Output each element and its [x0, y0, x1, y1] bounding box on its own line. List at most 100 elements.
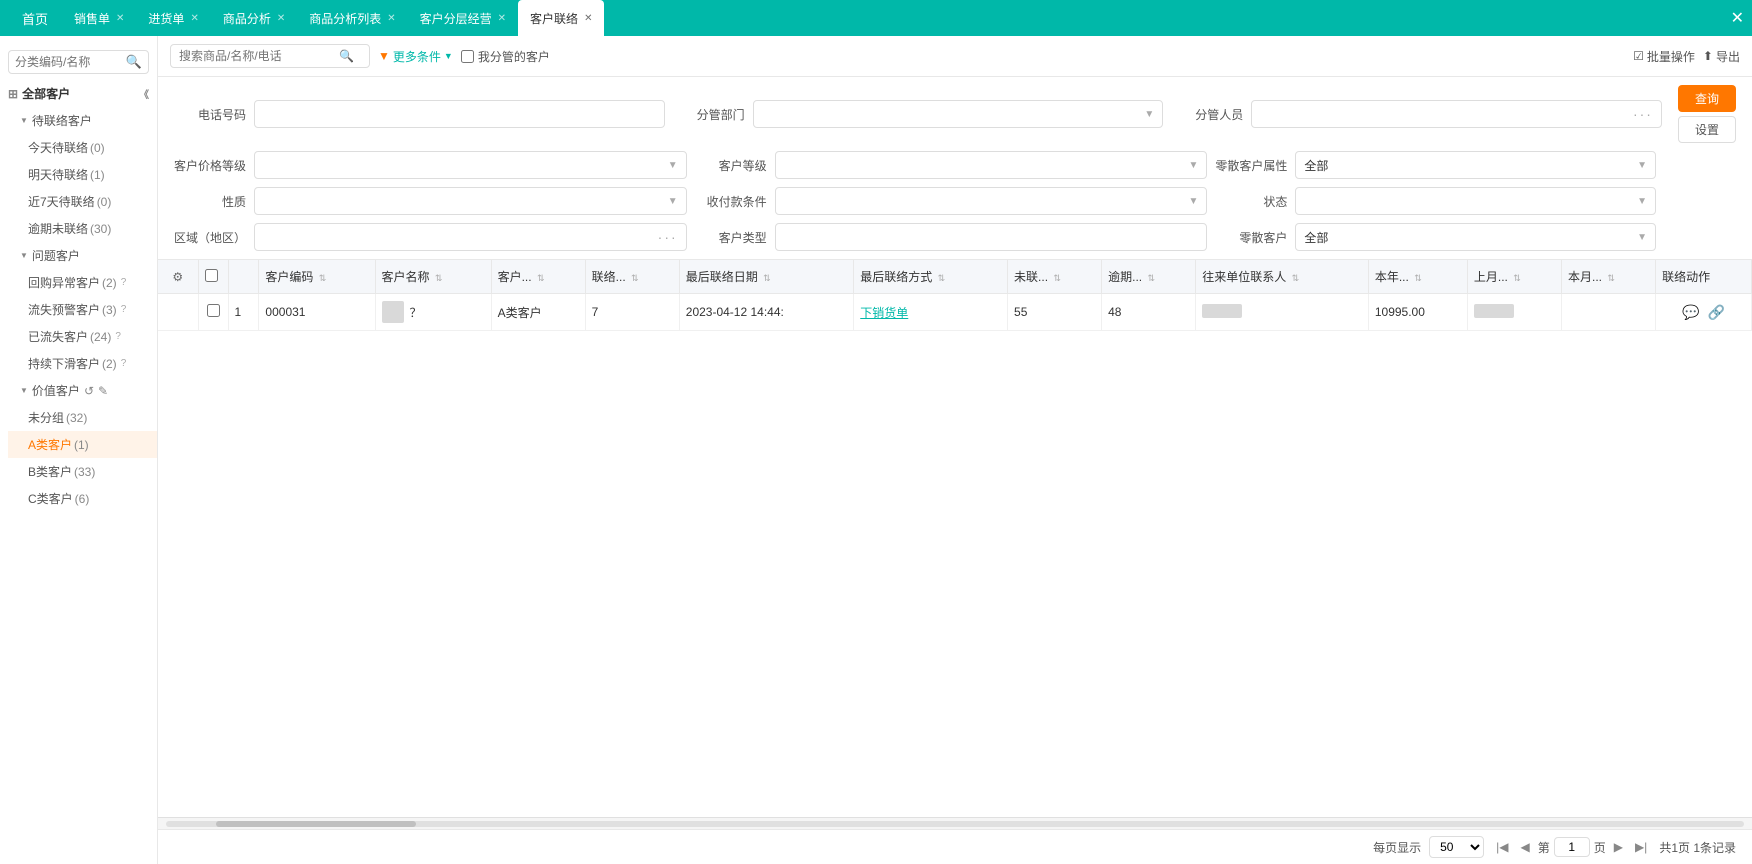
th-this-year[interactable]: 本年... ⇅: [1368, 260, 1467, 294]
nav-sales[interactable]: 销售单 ✕: [62, 0, 136, 36]
sidebar-search-box[interactable]: 🔍: [8, 50, 149, 74]
sort-icon12[interactable]: ⇅: [1607, 273, 1615, 283]
person-input[interactable]: ···: [1251, 100, 1662, 128]
th-last-date[interactable]: 最后联络日期 ⇅: [679, 260, 853, 294]
first-page-button[interactable]: |◀: [1492, 838, 1512, 856]
all-customers-header[interactable]: ⊞ 全部客户 《: [0, 80, 157, 107]
my-customers-checkbox[interactable]: [461, 50, 474, 63]
sidebar-item-a-class[interactable]: A类客户 (1): [8, 431, 157, 458]
filter-search-input[interactable]: [179, 49, 339, 63]
close-all-tabs[interactable]: ✕: [1731, 8, 1744, 28]
close-customer-contact-tab[interactable]: ✕: [584, 13, 592, 24]
customer-level-select[interactable]: ▼: [775, 151, 1208, 179]
th-overdue[interactable]: 逾期... ⇅: [1102, 260, 1196, 294]
sort-icon[interactable]: ⇅: [319, 273, 327, 283]
filter-search-box[interactable]: 🔍: [170, 44, 370, 68]
sort-icon7[interactable]: ⇅: [1053, 273, 1061, 283]
nav-customer-contact[interactable]: 客户联络 ✕: [518, 0, 604, 36]
filter-search-icon[interactable]: 🔍: [339, 49, 354, 63]
sidebar-item-unclassified[interactable]: 未分组 (32): [8, 404, 157, 431]
sidebar-item-today-contact[interactable]: 今天待联络 (0): [8, 134, 157, 161]
sort-icon3[interactable]: ⇅: [537, 273, 545, 283]
value-customers-header[interactable]: ▼ 价值客户 ↺ ✎: [8, 377, 157, 404]
refresh-icon[interactable]: ↺: [84, 384, 94, 398]
edit-icon[interactable]: ✎: [98, 384, 108, 398]
collapse-icon[interactable]: 《: [139, 86, 149, 101]
phone-input[interactable]: [254, 100, 665, 128]
dept-select[interactable]: ▼: [753, 100, 1164, 128]
th-code[interactable]: 客户编码 ⇅: [259, 260, 375, 294]
close-purchase-tab[interactable]: ✕: [190, 13, 198, 24]
close-customer-segment-tab[interactable]: ✕: [498, 13, 506, 24]
retail-attr-select[interactable]: 全部 ▼: [1295, 151, 1656, 179]
prev-page-button[interactable]: ◀: [1516, 838, 1533, 856]
th-settings[interactable]: ⚙: [158, 260, 198, 294]
sort-icon4[interactable]: ⇅: [631, 273, 639, 283]
th-type[interactable]: 客户... ⇅: [491, 260, 585, 294]
sidebar-item-declining[interactable]: 持续下滑客户 (2) ?: [8, 350, 157, 377]
th-last-month[interactable]: 上月... ⇅: [1467, 260, 1561, 294]
bulk-ops-button[interactable]: ☑ 批量操作: [1633, 48, 1695, 65]
region-input[interactable]: ···: [254, 223, 687, 251]
customer-type-input[interactable]: [775, 223, 1208, 251]
price-level-select[interactable]: ▼: [254, 151, 687, 179]
retail-customer-select[interactable]: 全部 ▼: [1295, 223, 1656, 251]
nav-customer-segment[interactable]: 客户分层经营 ✕: [408, 0, 518, 36]
per-page-select[interactable]: 50 100 200: [1429, 836, 1484, 858]
sidebar-item-churned[interactable]: 已流失客户 (24) ?: [8, 323, 157, 350]
nav-product-analysis-list[interactable]: 商品分析列表 ✕: [297, 0, 407, 36]
export-button[interactable]: ⬆ 导出: [1703, 48, 1740, 65]
link-icon[interactable]: 🔗: [1708, 304, 1725, 321]
sidebar-item-7day-contact[interactable]: 近7天待联络 (0): [8, 188, 157, 215]
sidebar-item-b-class[interactable]: B类客户 (33): [8, 458, 157, 485]
close-product-analysis-list-tab[interactable]: ✕: [387, 13, 395, 24]
sidebar-item-churn-warning[interactable]: 流失预警客户 (3) ?: [8, 296, 157, 323]
status-select[interactable]: ▼: [1295, 187, 1656, 215]
last-method-link[interactable]: 下销货单: [860, 306, 908, 320]
sidebar-item-tomorrow-contact[interactable]: 明天待联络 (1): [8, 161, 157, 188]
sidebar-search-icon[interactable]: 🔍: [126, 54, 142, 70]
row-checkbox[interactable]: [207, 304, 220, 317]
td-last-method[interactable]: 下销货单: [854, 294, 1008, 331]
td-checkbox[interactable]: [198, 294, 228, 331]
horizontal-scrollbar[interactable]: [158, 817, 1752, 829]
scroll-thumb[interactable]: [216, 821, 416, 827]
close-sales-tab[interactable]: ✕: [116, 13, 124, 24]
nav-purchase[interactable]: 进货单 ✕: [136, 0, 210, 36]
sidebar-search-input[interactable]: [15, 55, 126, 69]
sort-icon2[interactable]: ⇅: [435, 273, 443, 283]
sort-icon6[interactable]: ⇅: [938, 273, 946, 283]
gear-icon[interactable]: ⚙: [172, 270, 183, 284]
nav-product-analysis[interactable]: 商品分析 ✕: [211, 0, 297, 36]
pending-contact-header[interactable]: ▼ 待联络客户: [8, 107, 157, 134]
sidebar-item-repurchase-abnormal[interactable]: 回购异常客户 (2) ?: [8, 269, 157, 296]
sort-icon5[interactable]: ⇅: [763, 273, 771, 283]
scroll-track[interactable]: [166, 821, 1744, 827]
th-unit-contact[interactable]: 往来单位联系人 ⇅: [1196, 260, 1369, 294]
filter-more-conditions[interactable]: ▼ 更多条件 ▼: [378, 48, 453, 65]
sort-icon9[interactable]: ⇅: [1292, 273, 1300, 283]
payment-select[interactable]: ▼: [775, 187, 1208, 215]
sidebar-item-overdue-contact[interactable]: 逾期未联络 (30): [8, 215, 157, 242]
settings-button[interactable]: 设置: [1678, 116, 1736, 143]
query-button[interactable]: 查询: [1678, 85, 1736, 112]
message-icon[interactable]: 💬: [1682, 304, 1699, 321]
nav-home[interactable]: 首页: [8, 0, 62, 36]
th-contact[interactable]: 联络... ⇅: [585, 260, 679, 294]
next-page-button[interactable]: ▶: [1610, 838, 1627, 856]
my-customers-filter[interactable]: 我分管的客户: [461, 48, 550, 65]
th-checkbox[interactable]: [198, 260, 228, 294]
th-last-method[interactable]: 最后联络方式 ⇅: [854, 260, 1008, 294]
sort-icon10[interactable]: ⇅: [1414, 273, 1422, 283]
problem-customers-header[interactable]: ▼ 问题客户: [8, 242, 157, 269]
th-this-month[interactable]: 本月... ⇅: [1561, 260, 1655, 294]
close-product-analysis-tab[interactable]: ✕: [277, 13, 285, 24]
sidebar-item-c-class[interactable]: C类客户 (6): [8, 485, 157, 512]
th-name[interactable]: 客户名称 ⇅: [375, 260, 491, 294]
th-no-contact[interactable]: 未联... ⇅: [1008, 260, 1102, 294]
last-page-button[interactable]: ▶|: [1631, 838, 1651, 856]
sort-icon11[interactable]: ⇅: [1513, 273, 1521, 283]
select-all-checkbox[interactable]: [205, 269, 218, 282]
nature-select[interactable]: ▼: [254, 187, 687, 215]
page-number-input[interactable]: [1554, 837, 1590, 857]
